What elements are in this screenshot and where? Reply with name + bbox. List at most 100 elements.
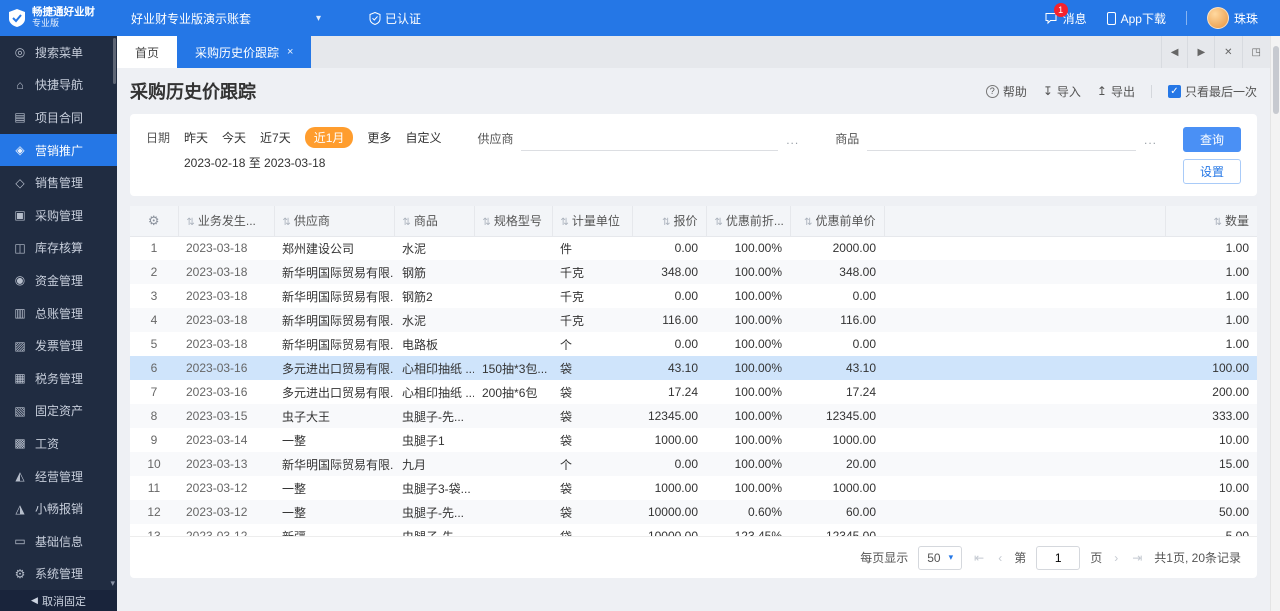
sort-icon[interactable]: ⇅	[187, 217, 195, 228]
sidebar-item-invoice[interactable]: ▨ 发票管理	[0, 329, 117, 362]
cell-price: 116.00	[662, 313, 698, 327]
cell-filler	[884, 284, 1165, 308]
cell-qty: 15.00	[1218, 457, 1249, 471]
table-row[interactable]: 2 2023-03-18 新华明国际贸易有限... 钢筋 千克 348.00 100.00%…	[130, 260, 1257, 284]
sort-icon[interactable]: ⇅	[804, 217, 812, 228]
sidebar-scrollbar[interactable]	[113, 38, 116, 84]
sidebar-item-funds[interactable]: ◉ 资金管理	[0, 264, 117, 297]
supplier-input[interactable]	[521, 127, 779, 151]
tab-purchase-history[interactable]: 采购历史价跟踪 ×	[177, 36, 312, 68]
table-row[interactable]: 1 2023-03-18 郑州建设公司 水泥 件 0.00 100.00% 2000.00 1.…	[130, 236, 1257, 260]
page-number-input[interactable]	[1036, 545, 1081, 570]
per-page-select[interactable]: 50 ▾	[918, 545, 963, 570]
sidebar-item-search-menu[interactable]: ◎ 搜索菜单	[0, 36, 117, 69]
cell-qty: 1.00	[1225, 337, 1249, 351]
date-option[interactable]: 昨天	[184, 129, 208, 146]
table-row[interactable]: 5 2023-03-18 新华明国际贸易有限... 电路板 个 0.00 100.00% 0.…	[130, 332, 1257, 356]
cell-qty: 333.00	[1212, 409, 1249, 423]
table-row[interactable]: 4 2023-03-18 新华明国际贸易有限... 水泥 千克 116.00 100.00%…	[130, 308, 1257, 332]
window-scrollbar[interactable]	[1270, 36, 1280, 611]
col-date: 业务发生...	[197, 214, 256, 229]
date-option[interactable]: 近1月	[304, 127, 354, 148]
table-row[interactable]: 3 2023-03-18 新华明国际贸易有限... 钢筋2 千克 0.00 100.00% 0…	[130, 284, 1257, 308]
import-button[interactable]: ↧ 导入	[1043, 83, 1081, 100]
sidebar-item-project-contract[interactable]: ▤ 项目合同	[0, 101, 117, 134]
date-option[interactable]: 更多	[367, 129, 391, 146]
date-option[interactable]: 近7天	[260, 129, 291, 146]
unpin-sidebar-button[interactable]: ◀ 取消固定	[0, 590, 117, 611]
sort-icon[interactable]: ⇅	[483, 217, 491, 228]
avatar	[1206, 7, 1229, 29]
sidebar-item-purchase[interactable]: ▣ 采购管理	[0, 199, 117, 232]
close-all-tabs-icon[interactable]: ✕	[1214, 36, 1241, 68]
cell-date: 2023-03-18	[186, 241, 248, 256]
last-page-icon[interactable]: ⇥	[1130, 551, 1144, 565]
phone-icon	[1106, 11, 1116, 25]
sidebar-item-base-info[interactable]: ▭ 基础信息	[0, 525, 117, 558]
expand-icon[interactable]: ◳	[1241, 36, 1270, 68]
scroll-tabs-right-icon[interactable]: ▶	[1187, 36, 1214, 68]
sort-icon[interactable]: ⇅	[662, 217, 670, 228]
search-button[interactable]: 查询	[1183, 127, 1242, 152]
table-row[interactable]: 8 2023-03-15 虫子大王 虫腿子-先... 袋 12345.00 100.00% 1…	[130, 404, 1257, 428]
sidebar-item-quick-nav[interactable]: ⌂ 快捷导航	[0, 69, 117, 102]
account-set-select[interactable]: 好业财专业版演示账套 ▾	[131, 10, 321, 27]
table-row[interactable]: 10 2023-03-13 新华明国际贸易有限... 九月 个 0.00 100.00% 20…	[130, 452, 1257, 476]
scrollbar-thumb[interactable]	[1273, 46, 1279, 114]
sidebar-item-salary[interactable]: ▩ 工资	[0, 427, 117, 460]
page-label-pre: 第	[1014, 551, 1027, 565]
settings-button[interactable]: 设置	[1183, 159, 1242, 184]
sidebar-item-reimburse[interactable]: ◮ 小畅报销	[0, 492, 117, 525]
messages-button[interactable]: 消息 1	[1044, 2, 1087, 27]
table-row[interactable]: 13 2023-03-12 新疆虫腿子-先... 袋 10000.00 123.45% 12…	[130, 524, 1257, 536]
sidebar-item-fixed-assets[interactable]: ▧ 固定资产	[0, 395, 117, 428]
export-button[interactable]: ↥ 导出	[1097, 83, 1135, 100]
sidebar-item-ledger[interactable]: ▥ 总账管理	[0, 297, 117, 330]
cell-date: 2023-03-14	[186, 433, 248, 447]
prev-page-icon[interactable]: ‹	[996, 551, 1004, 565]
supplier-picker-ellipsis[interactable]: ...	[786, 133, 799, 151]
only-last-checkbox[interactable]: ✓ 只看最后一次	[1167, 83, 1257, 100]
sidebar-scroll-down-icon[interactable]: ▾	[110, 578, 115, 589]
cell-qty: 100.00	[1212, 361, 1249, 375]
help-button[interactable]: ? 帮助	[985, 83, 1027, 100]
user-menu[interactable]: 珠珠	[1206, 7, 1258, 29]
product-input[interactable]	[867, 127, 1136, 151]
cell-discount: 100.00%	[734, 265, 782, 279]
app-download-button[interactable]: App下载	[1106, 10, 1166, 27]
verified-badge[interactable]: 已认证	[369, 10, 421, 27]
table-row[interactable]: 11 2023-03-12 一整 虫腿子3-袋... 袋 1000.00 100.00% 10…	[130, 476, 1257, 500]
tab-home[interactable]: 首页	[117, 36, 178, 68]
sort-icon[interactable]: ⇅	[715, 217, 723, 228]
column-settings-icon[interactable]: ⚙	[148, 213, 160, 228]
sidebar-item-marketing[interactable]: ◈ 营销推广	[0, 133, 117, 167]
sidebar-item-tax[interactable]: ▦ 税务管理	[0, 362, 117, 395]
table-row[interactable]: 6 2023-03-16 多元进出口贸易有限... 心相印抽纸 ... 150抽*3包.…	[130, 356, 1257, 380]
cell-date: 2023-03-12	[186, 505, 248, 519]
cell-unit: 袋	[560, 505, 573, 520]
sort-icon[interactable]: ⇅	[403, 217, 411, 228]
sidebar-item-label: 库存核算	[35, 241, 84, 256]
table-row[interactable]: 7 2023-03-16 多元进出口贸易有限... 心相印抽纸 ... 200抽*6包 袋…	[130, 380, 1257, 404]
next-page-icon[interactable]: ›	[1112, 551, 1120, 565]
table-row[interactable]: 9 2023-03-14 一整 虫腿子1 袋 1000.00 100.00% 1000.00 1…	[130, 428, 1257, 452]
sort-icon[interactable]: ⇅	[283, 217, 291, 228]
reimburse-icon: ◮	[15, 501, 25, 516]
close-tab-icon[interactable]: ×	[287, 46, 293, 58]
first-page-icon[interactable]: ⇤	[972, 551, 986, 565]
cell-filler	[884, 500, 1165, 524]
sidebar-item-sales[interactable]: ◇ 销售管理	[0, 166, 117, 199]
date-option[interactable]: 自定义	[405, 129, 441, 146]
date-option[interactable]: 今天	[222, 129, 246, 146]
sidebar-item-inventory[interactable]: ◫ 库存核算	[0, 232, 117, 265]
scroll-tabs-left-icon[interactable]: ◀	[1160, 36, 1188, 68]
sort-icon[interactable]: ⇅	[1214, 217, 1222, 228]
checkbox-checked-icon[interactable]: ✓	[1167, 84, 1181, 98]
cell-pre-price: 1000.00	[832, 481, 876, 495]
sidebar-item-system[interactable]: ⚙ 系统管理	[0, 558, 117, 591]
table-row[interactable]: 12 2023-03-12 一整 虫腿子-先... 袋 10000.00 0.60% 60.0…	[130, 500, 1257, 524]
tab-purchase-history-label: 采购历史价跟踪	[195, 45, 280, 60]
sort-icon[interactable]: ⇅	[561, 217, 569, 228]
product-picker-ellipsis[interactable]: ...	[1144, 133, 1157, 151]
sidebar-item-operation[interactable]: ◭ 经营管理	[0, 460, 117, 493]
